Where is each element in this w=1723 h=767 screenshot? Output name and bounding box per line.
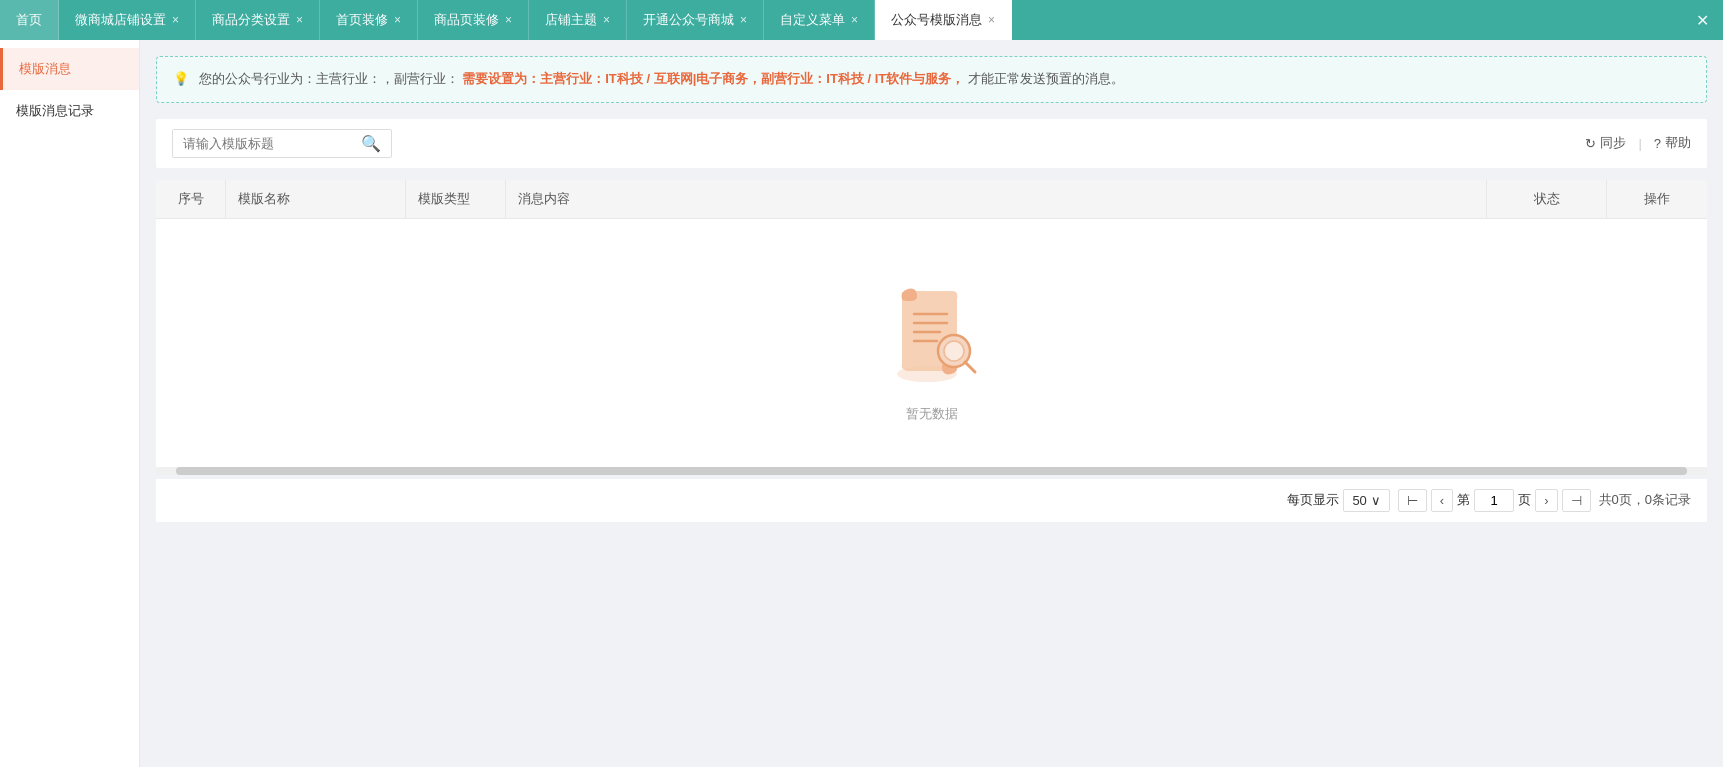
tab-close-product-decor[interactable]: × xyxy=(505,13,512,27)
notice-banner: 💡 您的公众号行业为：主营行业：，副营行业： 需要设置为：主营行业：IT科技 /… xyxy=(156,56,1707,103)
tab-item-home[interactable]: 首页 xyxy=(0,0,59,40)
page-size-select: 每页显示 50 ∨ xyxy=(1287,489,1389,512)
notice-suffix: 才能正常发送预置的消息。 xyxy=(968,71,1124,86)
th-content: 消息内容 xyxy=(506,180,1487,218)
page-label: 页 xyxy=(1518,491,1531,509)
tab-label-store-theme: 店铺主题 xyxy=(545,11,597,29)
table-header: 序号 模版名称 模版类型 消息内容 状态 操作 xyxy=(156,180,1707,219)
tab-item-template-msg[interactable]: 公众号模版消息 × xyxy=(875,0,1012,40)
prev-page-button[interactable]: ‹ xyxy=(1431,489,1453,512)
tab-item-product-decor[interactable]: 商品页装修 × xyxy=(418,0,529,40)
page-size-value: 50 xyxy=(1352,493,1366,508)
tab-close-open-mall[interactable]: × xyxy=(740,13,747,27)
current-page-input[interactable] xyxy=(1474,489,1514,512)
th-seq: 序号 xyxy=(156,180,226,218)
svg-line-7 xyxy=(965,362,975,372)
sidebar-item-template-msg-log[interactable]: 模版消息记录 xyxy=(0,90,139,132)
tab-close-store-settings[interactable]: × xyxy=(172,13,179,27)
total-text: 共0页，0条记录 xyxy=(1599,491,1691,509)
empty-text: 暂无数据 xyxy=(906,405,958,423)
toolbar-right: ↻ 同步 | ? 帮助 xyxy=(1585,134,1691,152)
empty-illustration xyxy=(872,279,992,389)
help-button[interactable]: ? 帮助 xyxy=(1654,134,1691,152)
close-all-button[interactable]: ✕ xyxy=(1682,0,1723,40)
notice-prefix: 您的公众号行业为：主营行业：，副营行业： xyxy=(199,71,459,86)
tab-close-store-theme[interactable]: × xyxy=(603,13,610,27)
notice-icon: 💡 xyxy=(173,71,189,86)
dropdown-arrow-icon: ∨ xyxy=(1371,493,1381,508)
data-table: 序号 模版名称 模版类型 消息内容 状态 操作 xyxy=(156,180,1707,475)
tab-label-home: 首页 xyxy=(16,11,42,29)
tab-close-custom-menu[interactable]: × xyxy=(851,13,858,27)
tab-item-open-mall[interactable]: 开通公众号商城 × xyxy=(627,0,764,40)
sidebar-item-template-msg[interactable]: 模版消息 xyxy=(0,48,139,90)
tab-label-store-settings: 微商城店铺设置 xyxy=(75,11,166,29)
tab-label-home-decor: 首页装修 xyxy=(336,11,388,29)
tab-label-category-settings: 商品分类设置 xyxy=(212,11,290,29)
scrollbar-thumb[interactable] xyxy=(176,467,1687,475)
tab-item-store-settings[interactable]: 微商城店铺设置 × xyxy=(59,0,196,40)
page-di-label: 第 xyxy=(1457,491,1470,509)
tab-label-open-mall: 开通公众号商城 xyxy=(643,11,734,29)
tab-close-category-settings[interactable]: × xyxy=(296,13,303,27)
th-status: 状态 xyxy=(1487,180,1607,218)
sync-label: 同步 xyxy=(1600,134,1626,152)
empty-state: 暂无数据 xyxy=(156,219,1707,463)
sidebar: 模版消息模版消息记录 xyxy=(0,40,140,767)
tab-label-template-msg: 公众号模版消息 xyxy=(891,11,982,29)
notice-highlight: 需要设置为：主营行业：IT科技 / 互联网|电子商务，副营行业：IT科技 / I… xyxy=(462,71,964,86)
search-input[interactable] xyxy=(173,130,353,157)
search-input-wrap: 🔍 xyxy=(172,129,392,158)
page-size-dropdown[interactable]: 50 ∨ xyxy=(1343,489,1389,512)
page-size-label: 每页显示 xyxy=(1287,491,1339,509)
sync-button[interactable]: ↻ 同步 xyxy=(1585,134,1626,152)
tab-label-product-decor: 商品页装修 xyxy=(434,11,499,29)
svg-point-6 xyxy=(944,341,964,361)
th-action: 操作 xyxy=(1607,180,1707,218)
pagination: 每页显示 50 ∨ ⊢ ‹ 第 页 › ⊣ 共0页，0条记录 xyxy=(156,479,1707,522)
tab-item-category-settings[interactable]: 商品分类设置 × xyxy=(196,0,320,40)
th-type: 模版类型 xyxy=(406,180,506,218)
sync-icon: ↻ xyxy=(1585,136,1596,151)
next-page-button[interactable]: › xyxy=(1535,489,1557,512)
search-button[interactable]: 🔍 xyxy=(353,134,389,153)
page-navigation: ⊢ ‹ 第 页 › ⊣ xyxy=(1398,489,1591,512)
tab-bar: 首页微商城店铺设置×商品分类设置×首页装修×商品页装修×店铺主题×开通公众号商城… xyxy=(0,0,1723,40)
first-page-button[interactable]: ⊢ xyxy=(1398,489,1427,512)
th-name: 模版名称 xyxy=(226,180,406,218)
search-bar: 🔍 ↻ 同步 | ? 帮助 xyxy=(156,119,1707,168)
help-icon: ? xyxy=(1654,136,1661,151)
tab-item-custom-menu[interactable]: 自定义菜单 × xyxy=(764,0,875,40)
content-area: 💡 您的公众号行业为：主营行业：，副营行业： 需要设置为：主营行业：IT科技 /… xyxy=(140,40,1723,767)
main-layout: 模版消息模版消息记录 💡 您的公众号行业为：主营行业：，副营行业： 需要设置为：… xyxy=(0,40,1723,767)
tab-label-custom-menu: 自定义菜单 xyxy=(780,11,845,29)
tab-item-home-decor[interactable]: 首页装修 × xyxy=(320,0,418,40)
divider: | xyxy=(1638,136,1641,151)
help-label: 帮助 xyxy=(1665,134,1691,152)
tab-close-template-msg[interactable]: × xyxy=(988,13,995,27)
tab-item-store-theme[interactable]: 店铺主题 × xyxy=(529,0,627,40)
last-page-button[interactable]: ⊣ xyxy=(1562,489,1591,512)
horizontal-scrollbar[interactable] xyxy=(156,467,1707,475)
tab-close-home-decor[interactable]: × xyxy=(394,13,401,27)
